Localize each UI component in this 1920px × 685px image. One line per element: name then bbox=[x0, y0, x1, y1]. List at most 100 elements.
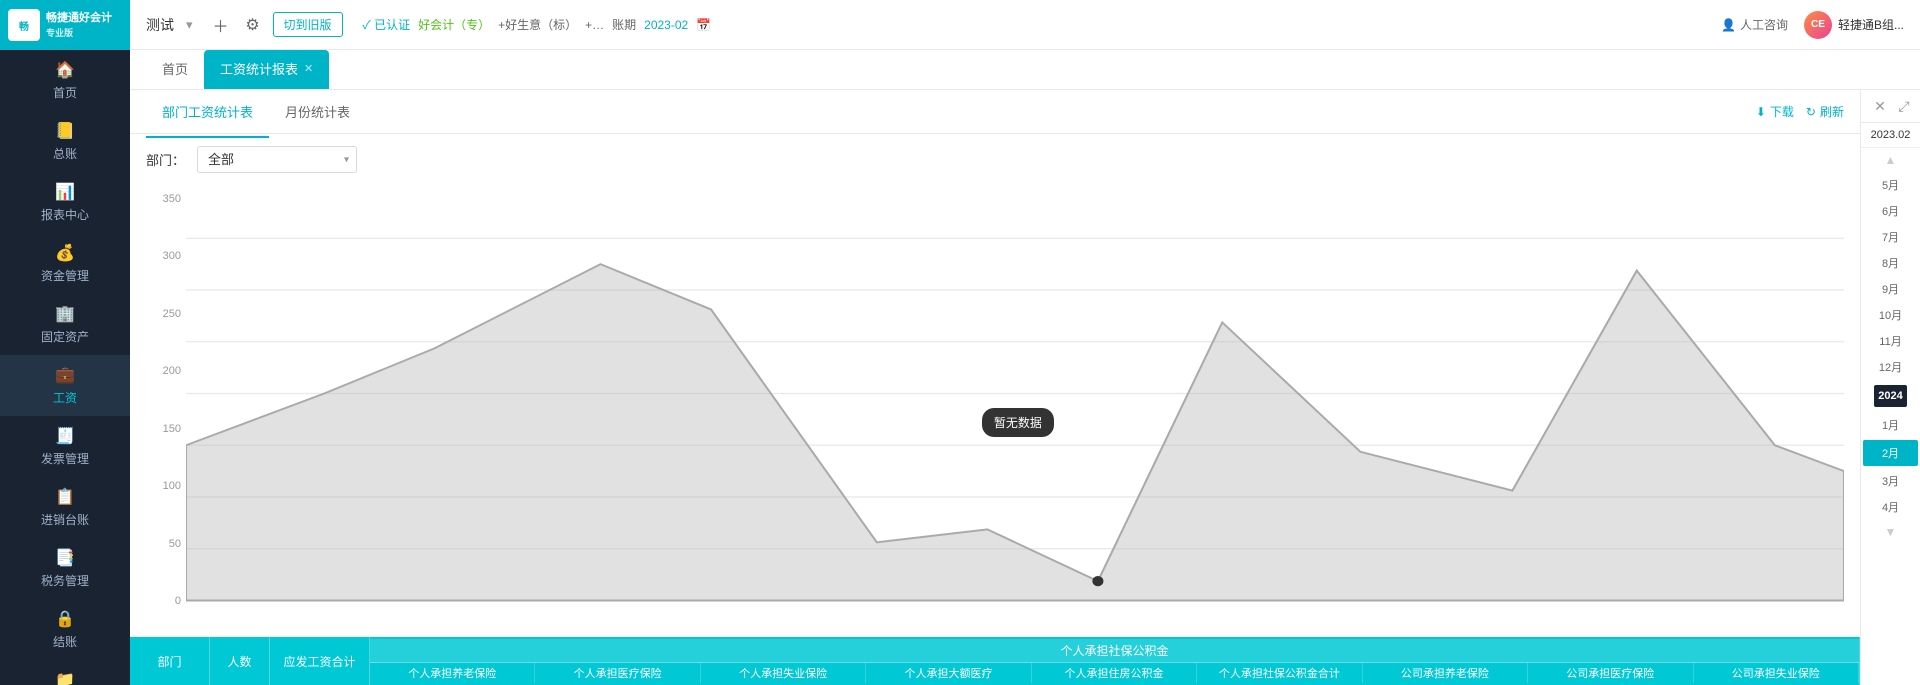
th-total-salary-label: 应发工资合计 bbox=[283, 653, 355, 670]
help-label: 人工咨询 bbox=[1740, 16, 1788, 33]
sidebar-item-sales[interactable]: 📋 进销台账 bbox=[0, 477, 130, 538]
y-label-150: 150 bbox=[146, 423, 181, 435]
filter-dept-label: 部门： bbox=[146, 150, 185, 169]
content-area: 部门工资统计表 月份统计表 ⬇ 下载 ↻ 刷新 bbox=[130, 90, 1920, 685]
dept-select[interactable]: 全部 部门一 部门二 bbox=[197, 146, 357, 173]
y-label-50: 50 bbox=[146, 538, 181, 550]
th-company-pension-label: 公司承担养老保险 bbox=[1401, 668, 1489, 680]
th-company-pension: 公司承担养老保险 bbox=[1363, 663, 1528, 683]
panel-down-arrow[interactable]: ▼ bbox=[1861, 520, 1920, 544]
chart-marker bbox=[1092, 576, 1103, 586]
th-personal-housing: 个人承担住房公积金 bbox=[1032, 663, 1197, 683]
y-label-100: 100 bbox=[146, 480, 181, 492]
sidebar-label-home: 首页 bbox=[53, 84, 77, 101]
app-name: 畅捷通好会计 bbox=[46, 11, 112, 25]
user-menu[interactable]: CE 轻捷通B组... bbox=[1804, 11, 1904, 39]
th-personal-pension: 个人承担养老保险 bbox=[370, 663, 535, 683]
table-header: 部门 人数 应发工资合计 个人承担社保公积金 个人承担养老保险 个人承担医疗 bbox=[130, 637, 1860, 685]
tab-close-icon[interactable]: ✕ bbox=[304, 62, 313, 75]
sidebar-item-reports[interactable]: 📊 报表中心 bbox=[0, 172, 130, 233]
download-label: 下载 bbox=[1770, 103, 1794, 120]
app-subtitle: 专业版 bbox=[46, 26, 112, 39]
th-people: 人数 bbox=[210, 637, 270, 685]
month-item-7[interactable]: 7月 bbox=[1861, 224, 1920, 250]
settings-button[interactable]: ⚙ bbox=[241, 13, 265, 37]
sidebar-label-closing: 结账 bbox=[53, 633, 77, 650]
app-logo: 畅 畅捷通好会计 专业版 bbox=[0, 0, 130, 50]
month-item-5[interactable]: 5月 bbox=[1861, 172, 1920, 198]
tab-salary-label: 工资统计报表 bbox=[220, 59, 298, 78]
sidebar-item-archive[interactable]: 📁 归档管理 bbox=[0, 660, 130, 685]
topbar-right: 👤 人工咨询 CE 轻捷通B组... bbox=[1721, 11, 1904, 39]
month-item-12[interactable]: 12月 bbox=[1861, 354, 1920, 380]
sidebar: 畅 畅捷通好会计 专业版 🏠 首页 📒 总账 📊 报表中心 💰 资金管理 🏢 固… bbox=[0, 0, 130, 685]
tab-salary-report[interactable]: 工资统计报表 ✕ bbox=[204, 50, 329, 89]
sidebar-item-assets[interactable]: 🏢 固定资产 bbox=[0, 294, 130, 355]
sales-icon: 📋 bbox=[55, 487, 75, 507]
month-item-9[interactable]: 9月 bbox=[1861, 276, 1920, 302]
y-label-300: 300 bbox=[146, 250, 181, 262]
sidebar-label-invoice: 发票管理 bbox=[41, 450, 89, 467]
calendar-icon[interactable]: 📅 bbox=[696, 18, 711, 32]
area-chart-fill bbox=[186, 264, 1844, 600]
month-item-1[interactable]: 1月 bbox=[1861, 412, 1920, 438]
panel-date-label: 2023.02 bbox=[1861, 123, 1920, 148]
th-dept: 部门 bbox=[130, 637, 210, 685]
y-label-200: 200 bbox=[146, 365, 181, 377]
ledger-icon: 📒 bbox=[55, 121, 75, 141]
th-company-unemployment-label: 公司承担失业保险 bbox=[1732, 668, 1820, 680]
th-personal-major-medical: 个人承担大额医疗 bbox=[866, 663, 1031, 683]
sidebar-label-funds: 资金管理 bbox=[41, 267, 89, 284]
sidebar-item-home[interactable]: 🏠 首页 bbox=[0, 50, 130, 111]
month-item-2-active[interactable]: 2月 bbox=[1863, 440, 1918, 466]
sidebar-item-invoice[interactable]: 🧾 发票管理 bbox=[0, 416, 130, 477]
month-item-3[interactable]: 3月 bbox=[1861, 468, 1920, 494]
sub-tab-month[interactable]: 月份统计表 bbox=[269, 94, 366, 129]
help-icon: 👤 bbox=[1721, 18, 1736, 32]
sidebar-item-funds[interactable]: 💰 资金管理 bbox=[0, 233, 130, 294]
sidebar-label-reports: 报表中心 bbox=[41, 206, 89, 223]
year-badge[interactable]: 2024 bbox=[1874, 385, 1906, 407]
invoice-icon: 🧾 bbox=[55, 426, 75, 446]
download-btn[interactable]: ⬇ 下载 bbox=[1756, 103, 1794, 120]
refresh-btn[interactable]: ↻ 刷新 bbox=[1806, 103, 1844, 120]
funds-icon: 💰 bbox=[55, 243, 75, 263]
switch-old-btn[interactable]: 切到旧版 bbox=[273, 12, 343, 37]
project-title: 测试 bbox=[146, 15, 174, 35]
sub-tab-dept[interactable]: 部门工资统计表 bbox=[146, 94, 269, 129]
closing-icon: 🔒 bbox=[55, 609, 75, 629]
th-personal-insurance-group: 个人承担社保公积金 个人承担养老保险 个人承担医疗保险 个人承担失业保险 个人承… bbox=[370, 637, 1860, 685]
archive-icon: 📁 bbox=[55, 670, 75, 685]
th-personal-medical-label: 个人承担医疗保险 bbox=[574, 668, 662, 680]
th-personal-major-medical-label: 个人承担大额医疗 bbox=[905, 668, 993, 680]
panel-up-arrow[interactable]: ▲ bbox=[1861, 148, 1920, 172]
th-sub-row: 个人承担养老保险 个人承担医疗保险 个人承担失业保险 个人承担大额医疗 个人承担 bbox=[370, 663, 1859, 683]
project-dropdown-arrow[interactable]: ▾ bbox=[186, 17, 193, 33]
chart-area: 0 50 100 150 200 250 300 350 bbox=[130, 185, 1860, 637]
tab-home[interactable]: 首页 bbox=[146, 50, 204, 89]
help-btn[interactable]: 👤 人工咨询 bbox=[1721, 16, 1788, 33]
sidebar-item-tax[interactable]: 📑 税务管理 bbox=[0, 538, 130, 599]
th-personal-total: 个人承担社保公积金合计 bbox=[1197, 663, 1362, 683]
month-item-8[interactable]: 8月 bbox=[1861, 250, 1920, 276]
panel-expand-btn[interactable]: ⤢ bbox=[1894, 96, 1914, 116]
month-item-11[interactable]: 11月 bbox=[1861, 328, 1920, 354]
month-item-10[interactable]: 10月 bbox=[1861, 302, 1920, 328]
th-personal-unemployment: 个人承担失业保险 bbox=[701, 663, 866, 683]
add-button[interactable]: ＋ bbox=[209, 13, 233, 37]
panel-close-btn[interactable]: ✕ bbox=[1870, 96, 1890, 116]
sidebar-label-sales: 进销台账 bbox=[41, 511, 89, 528]
home-icon: 🏠 bbox=[55, 60, 75, 80]
year-2024-label: 2024 bbox=[1861, 380, 1920, 412]
badge-more: +… bbox=[585, 18, 604, 32]
month-item-6[interactable]: 6月 bbox=[1861, 198, 1920, 224]
period-label: 账期 bbox=[612, 16, 636, 33]
sidebar-item-ledger[interactable]: 📒 总账 bbox=[0, 111, 130, 172]
sidebar-item-closing[interactable]: 🔒 结账 bbox=[0, 599, 130, 660]
sub-tabs: 部门工资统计表 月份统计表 ⬇ 下载 ↻ 刷新 bbox=[130, 90, 1860, 134]
month-item-4[interactable]: 4月 bbox=[1861, 494, 1920, 520]
topbar: 测试 ▾ ＋ ⚙ 切到旧版 ✓ 已认证 好会计（专） +好生意（标） +… 账期… bbox=[130, 0, 1920, 50]
y-label-0: 0 bbox=[146, 595, 181, 607]
panel-header: ✕ ⤢ bbox=[1861, 90, 1920, 123]
sidebar-item-salary[interactable]: 💼 工资 bbox=[0, 355, 130, 416]
